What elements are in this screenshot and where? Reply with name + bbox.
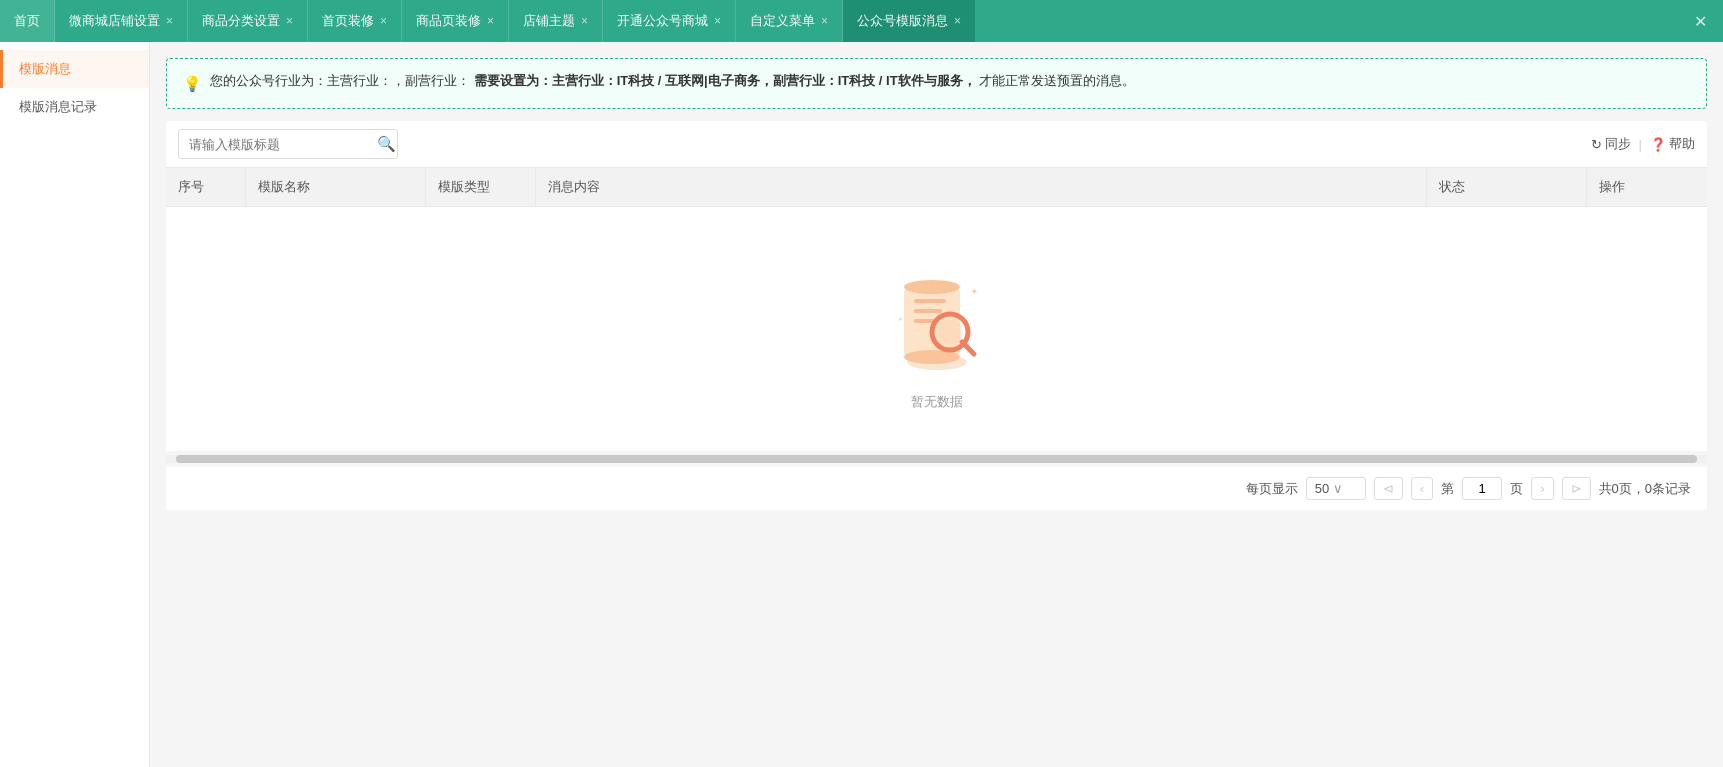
sidebar-item-template-msg-record[interactable]: 模版消息记录 bbox=[0, 88, 149, 126]
main-content: 💡 您的公众号行业为：主营行业：，副营行业： 需要设置为：主营行业：IT科技 /… bbox=[150, 42, 1723, 767]
pagination: 每页显示 50 ∨ ⊲ ‹ 第 页 › ⊳ 共0页，0条记录 bbox=[166, 467, 1707, 510]
nav-tab-template-msg[interactable]: 公众号模版消息 × bbox=[843, 0, 976, 42]
page-label-before: 第 bbox=[1441, 480, 1454, 498]
col-content: 消息内容 bbox=[536, 168, 1427, 206]
help-label: 帮助 bbox=[1669, 135, 1695, 153]
nav-tab-home-decor[interactable]: 首页装修 × bbox=[308, 0, 402, 42]
nav-tab-wsc-shop-close[interactable]: × bbox=[166, 14, 173, 28]
nav-tab-open-mall-close[interactable]: × bbox=[714, 14, 721, 28]
nav-tab-shop-theme-label: 店铺主题 bbox=[523, 12, 575, 30]
last-page-button[interactable]: ⊳ bbox=[1562, 477, 1591, 500]
search-group: 🔍 bbox=[178, 129, 398, 159]
help-icon: ❓ bbox=[1650, 137, 1666, 152]
scroll-track[interactable] bbox=[166, 455, 1707, 463]
nav-tab-shop-theme-close[interactable]: × bbox=[581, 14, 588, 28]
page-layout: 模版消息 模版消息记录 💡 您的公众号行业为：主营行业：，副营行业： 需要设置为… bbox=[0, 42, 1723, 767]
sidebar-item-template-msg[interactable]: 模版消息 bbox=[0, 50, 149, 88]
notice-icon: 💡 bbox=[183, 72, 202, 96]
nav-tab-product-decor-label: 商品页装修 bbox=[416, 12, 481, 30]
page-size-label: 每页显示 bbox=[1246, 480, 1298, 498]
nav-tab-shop-theme[interactable]: 店铺主题 × bbox=[509, 0, 603, 42]
col-action: 操作 bbox=[1587, 168, 1707, 206]
nav-tab-home-label: 首页 bbox=[14, 12, 40, 30]
page-size-dropdown-icon: ∨ bbox=[1333, 481, 1343, 496]
notice-prefix: 您的公众号行业为：主营行业：，副营行业： bbox=[210, 73, 470, 88]
notice-box: 💡 您的公众号行业为：主营行业：，副营行业： 需要设置为：主营行业：IT科技 /… bbox=[166, 58, 1707, 109]
search-input[interactable] bbox=[179, 132, 367, 157]
notice-text: 您的公众号行业为：主营行业：，副营行业： 需要设置为：主营行业：IT科技 / 互… bbox=[210, 71, 1135, 92]
nav-tab-home[interactable]: 首页 bbox=[0, 0, 55, 42]
sidebar-item-template-msg-label: 模版消息 bbox=[19, 61, 71, 76]
toolbar: 🔍 ↻ 同步 | ❓ 帮助 bbox=[166, 121, 1707, 167]
first-page-button[interactable]: ⊲ bbox=[1374, 477, 1403, 500]
empty-text: 暂无数据 bbox=[911, 393, 963, 411]
nav-tab-product-decor[interactable]: 商品页装修 × bbox=[402, 0, 509, 42]
nav-tab-custom-menu-label: 自定义菜单 bbox=[750, 12, 815, 30]
search-icon: 🔍 bbox=[377, 135, 396, 152]
col-index: 序号 bbox=[166, 168, 246, 206]
nav-tab-product-decor-close[interactable]: × bbox=[487, 14, 494, 28]
total-info: 共0页，0条记录 bbox=[1599, 480, 1691, 498]
prev-page-button[interactable]: ‹ bbox=[1411, 477, 1433, 500]
svg-point-9 bbox=[937, 319, 963, 345]
toolbar-right: ↻ 同步 | ❓ 帮助 bbox=[1591, 135, 1695, 153]
nav-tab-template-msg-close[interactable]: × bbox=[954, 14, 961, 28]
nav-tab-home-decor-label: 首页装修 bbox=[322, 12, 374, 30]
nav-tab-open-mall-label: 开通公众号商城 bbox=[617, 12, 708, 30]
col-type: 模版类型 bbox=[426, 168, 536, 206]
sync-button[interactable]: ↻ 同步 bbox=[1591, 135, 1631, 153]
page-size-value: 50 bbox=[1315, 481, 1329, 496]
svg-text:✦: ✦ bbox=[897, 315, 904, 324]
page-label-after: 页 bbox=[1510, 480, 1523, 498]
nav-tab-custom-menu-close[interactable]: × bbox=[821, 14, 828, 28]
svg-text:✦: ✦ bbox=[970, 286, 978, 297]
notice-suffix: 才能正常发送预置的消息。 bbox=[979, 73, 1135, 88]
notice-highlight: 需要设置为：主营行业：IT科技 / 互联网|电子商务，副营行业：IT科技 / I… bbox=[474, 73, 976, 88]
toolbar-divider: | bbox=[1639, 137, 1642, 152]
nav-tab-open-mall[interactable]: 开通公众号商城 × bbox=[603, 0, 736, 42]
svg-point-2 bbox=[904, 280, 960, 294]
nav-tab-product-category-close[interactable]: × bbox=[286, 14, 293, 28]
sync-icon: ↻ bbox=[1591, 137, 1602, 152]
sync-label: 同步 bbox=[1605, 135, 1631, 153]
search-button[interactable]: 🔍 bbox=[367, 130, 398, 158]
nav-tab-product-category[interactable]: 商品分类设置 × bbox=[188, 0, 308, 42]
svg-rect-4 bbox=[914, 299, 946, 303]
current-page-input[interactable] bbox=[1462, 477, 1502, 500]
close-all-tabs-button[interactable]: ✕ bbox=[1678, 12, 1723, 31]
scroll-thumb[interactable] bbox=[176, 455, 1697, 463]
next-page-button[interactable]: › bbox=[1531, 477, 1553, 500]
nav-tab-wsc-shop[interactable]: 微商城店铺设置 × bbox=[55, 0, 188, 42]
top-navigation: 首页 微商城店铺设置 × 商品分类设置 × 首页装修 × 商品页装修 × 店铺主… bbox=[0, 0, 1723, 42]
nav-tab-custom-menu[interactable]: 自定义菜单 × bbox=[736, 0, 843, 42]
empty-illustration: ✦ ✦ bbox=[882, 267, 992, 377]
sidebar-item-template-msg-record-label: 模版消息记录 bbox=[19, 99, 97, 114]
nav-tab-template-msg-label: 公众号模版消息 bbox=[857, 12, 948, 30]
nav-tab-wsc-shop-label: 微商城店铺设置 bbox=[69, 12, 160, 30]
help-button[interactable]: ❓ 帮助 bbox=[1650, 135, 1695, 153]
col-status: 状态 bbox=[1427, 168, 1587, 206]
nav-tab-home-decor-close[interactable]: × bbox=[380, 14, 387, 28]
sidebar: 模版消息 模版消息记录 bbox=[0, 42, 150, 767]
table-header: 序号 模版名称 模版类型 消息内容 状态 操作 bbox=[166, 167, 1707, 207]
svg-rect-5 bbox=[914, 309, 942, 313]
col-name: 模版名称 bbox=[246, 168, 426, 206]
nav-tab-product-category-label: 商品分类设置 bbox=[202, 12, 280, 30]
page-size-select[interactable]: 50 ∨ bbox=[1306, 477, 1366, 500]
empty-state: ✦ ✦ 暂无数据 bbox=[166, 207, 1707, 451]
table-section: 🔍 ↻ 同步 | ❓ 帮助 序号 bbox=[166, 121, 1707, 510]
